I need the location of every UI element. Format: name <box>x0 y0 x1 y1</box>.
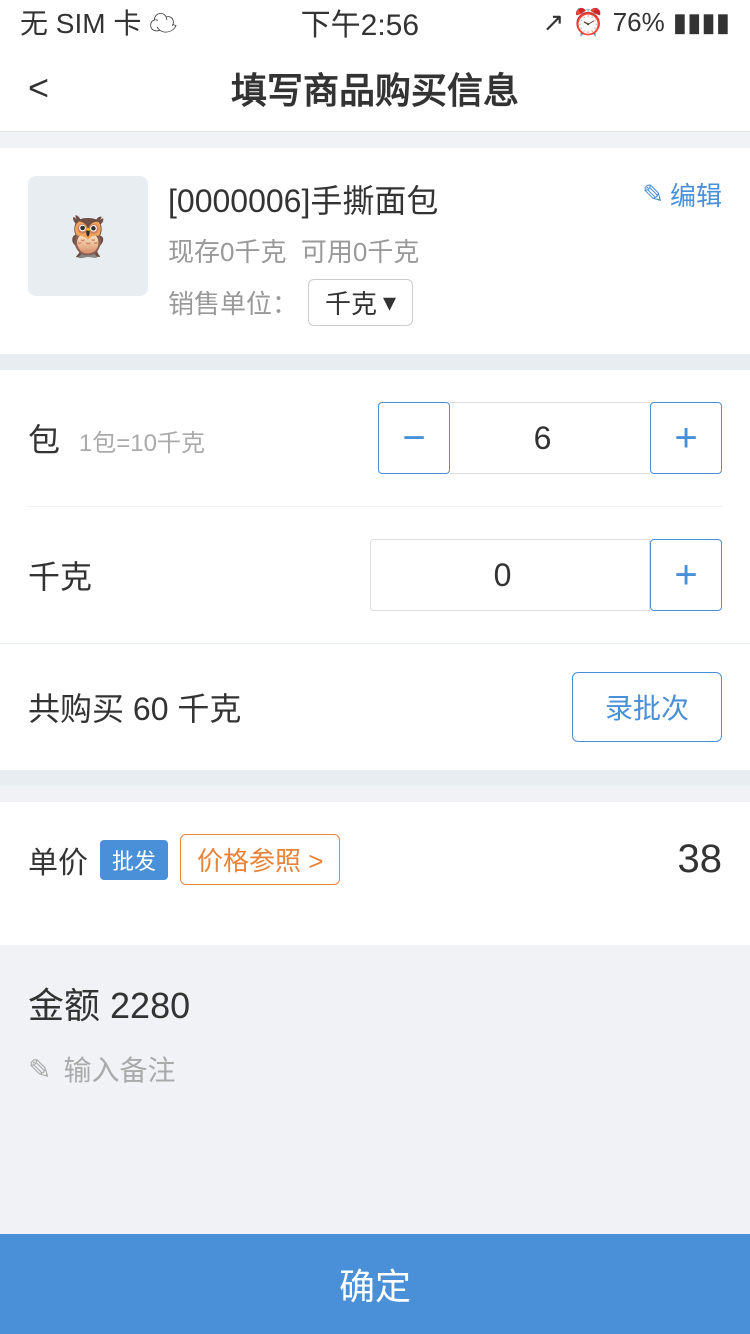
record-batch-button[interactable]: 录批次 <box>572 672 722 742</box>
note-placeholder[interactable]: 输入备注 <box>63 1049 175 1089</box>
location-icon: ↗ <box>543 7 565 38</box>
product-name: [0000006]手撕面包 <box>168 176 722 222</box>
quantity-section: 包 1包=10千克 − + 千克 + <box>0 370 750 643</box>
price-ref-button[interactable]: 价格参照 > <box>180 834 340 885</box>
dropdown-icon: ▾ <box>383 287 396 318</box>
product-info: [0000006]手撕面包 现存0千克 可用0千克 销售单位： 千克 ▾ <box>168 176 722 326</box>
price-label: 单价 批发 价格参照 > <box>28 834 340 885</box>
confirm-button[interactable]: 确定 <box>0 1234 750 1334</box>
alarm-icon: ⏰ <box>572 7 604 38</box>
kg-quantity-row: 千克 + <box>28 507 722 643</box>
battery-icon: ▮▮▮▮ <box>673 7 730 38</box>
unit-select[interactable]: 千克 ▾ <box>308 279 413 326</box>
status-time: 下午2:56 <box>301 0 419 44</box>
kg-label: 千克 <box>28 552 92 598</box>
bag-qty-control: − + <box>378 402 722 474</box>
product-unit: 销售单位： 千克 ▾ <box>168 279 722 326</box>
price-row: 单价 批发 价格参照 > 38 <box>28 834 722 885</box>
bag-qty-input[interactable] <box>450 402 650 474</box>
product-card: 🦉 [0000006]手撕面包 现存0千克 可用0千克 销售单位： 千克 ▾ ✎… <box>0 148 750 354</box>
edit-icon: ✎ <box>642 179 664 210</box>
product-logo-icon: 🦉 <box>63 213 113 260</box>
amount-row: 金额 2280 <box>28 977 722 1029</box>
note-row: ✎ 输入备注 <box>28 1049 722 1089</box>
product-stock: 现存0千克 可用0千克 <box>168 232 722 269</box>
status-left: 无 SIM 卡 ☁ <box>20 2 177 42</box>
product-image: 🦉 <box>28 176 148 296</box>
back-button[interactable]: < <box>28 67 49 109</box>
bottom-spacer <box>0 1109 750 1229</box>
price-section: 单价 批发 价格参照 > 38 <box>0 802 750 945</box>
kg-qty-input[interactable] <box>370 539 650 611</box>
total-row: 共购买 60 千克 录批次 <box>0 643 750 770</box>
status-bar: 无 SIM 卡 ☁ 下午2:56 ↗ ⏰ 76% ▮▮▮▮ <box>0 0 750 44</box>
status-right: ↗ ⏰ 76% ▮▮▮▮ <box>543 7 730 38</box>
bag-minus-button[interactable]: − <box>378 402 450 474</box>
price-tag: 批发 <box>100 840 168 880</box>
bag-hint: 1包=10千克 <box>79 430 205 457</box>
amount-section: 金额 2280 ✎ 输入备注 <box>0 945 750 1109</box>
battery-text: 76% <box>613 7 665 38</box>
bag-label: 包 1包=10千克 <box>28 415 205 461</box>
section-divider-2 <box>0 770 750 786</box>
edit-button[interactable]: ✎ 编辑 <box>642 176 722 213</box>
signal-text: 无 SIM 卡 ☁ <box>20 2 177 42</box>
page-title: 填写商品购买信息 <box>231 62 519 114</box>
kg-qty-control: + <box>370 539 722 611</box>
nav-bar: < 填写商品购买信息 <box>0 44 750 132</box>
note-icon: ✎ <box>28 1053 51 1086</box>
price-value: 38 <box>678 837 723 882</box>
total-label: 共购买 60 千克 <box>28 684 241 730</box>
bag-plus-button[interactable]: + <box>650 402 722 474</box>
bag-quantity-row: 包 1包=10千克 − + <box>28 370 722 507</box>
section-divider-1 <box>0 354 750 370</box>
kg-plus-button[interactable]: + <box>650 539 722 611</box>
